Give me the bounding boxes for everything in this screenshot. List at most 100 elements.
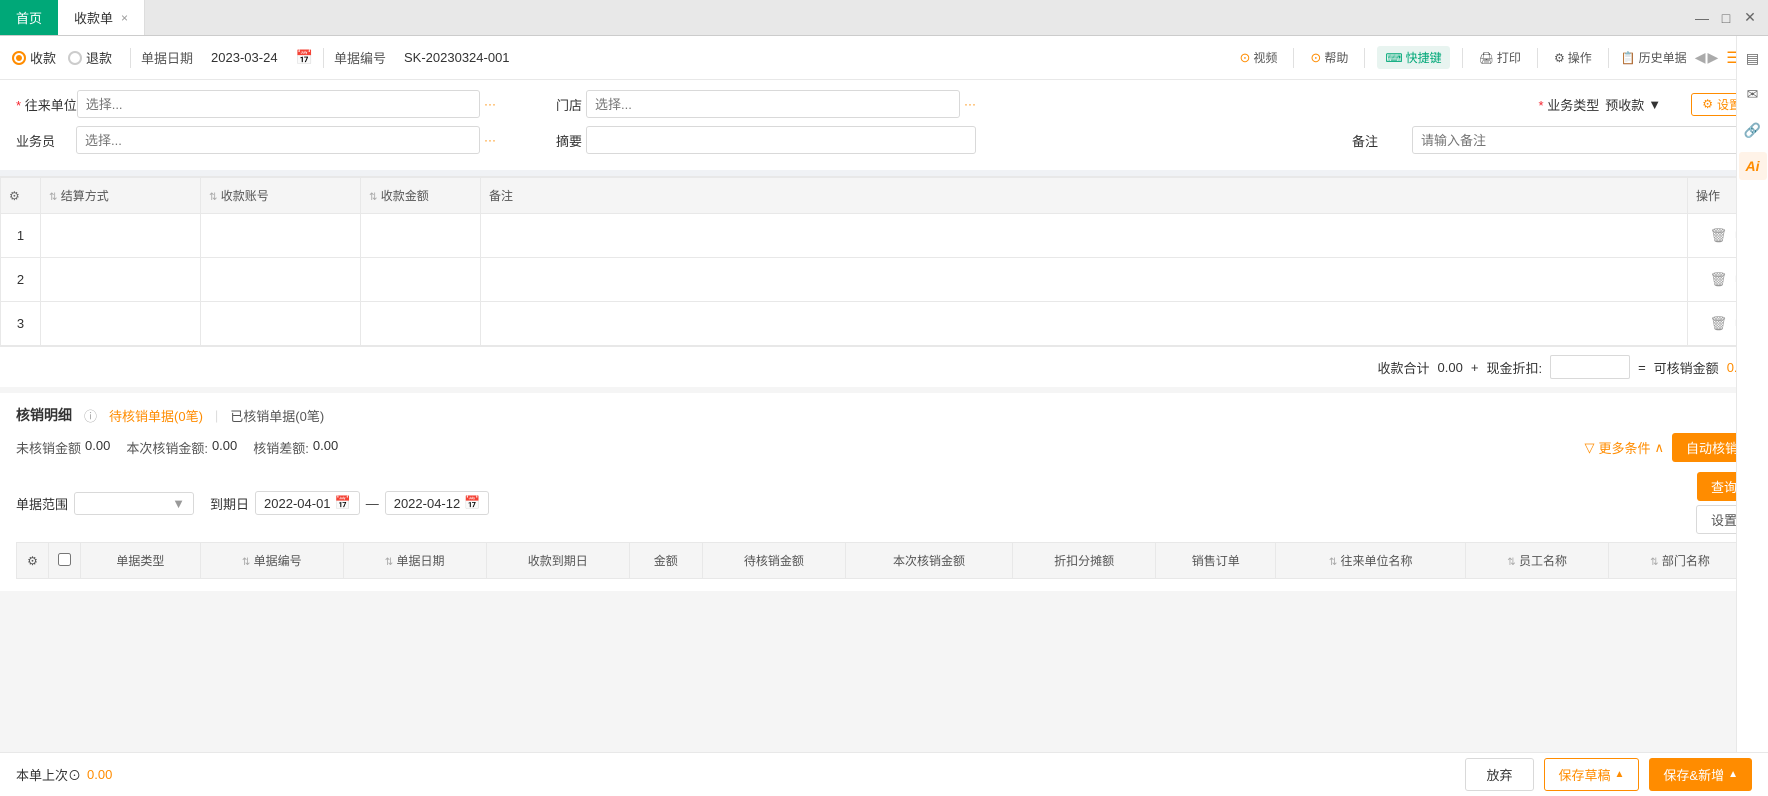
th-dept-label: 部门名称 — [1662, 554, 1710, 568]
row-1-settlement[interactable] — [41, 214, 201, 258]
right-sidebar: ▤ ✉ 🔗 Ai — [1736, 36, 1768, 752]
th-settings[interactable]: ⚙ — [1, 178, 41, 214]
radio-shoukuan[interactable]: 收款 — [12, 48, 56, 67]
th-remark: 备注 — [481, 178, 1688, 214]
row-3-delete-icon[interactable]: 🗑 — [1710, 315, 1728, 332]
row-2-amount[interactable] — [361, 258, 481, 302]
remark-input[interactable] — [1412, 126, 1752, 154]
print-btn[interactable]: 🖨 打印 — [1475, 47, 1525, 68]
minimize-btn[interactable]: — — [1692, 8, 1712, 28]
bottom-table-section: ⚙ 单据类型 ⇅ 单据编号 ⇅ — [16, 542, 1752, 579]
business-type-select[interactable]: 预收款 ▼ — [1605, 95, 1685, 114]
verify-section: 核销明细 ⓘ 待核销单据(0笔) | 已核销单据(0笔) 未核销金额 0.00 … — [0, 393, 1768, 591]
counterpart-input[interactable] — [77, 90, 480, 118]
chevron-up-icon: ∧ — [1654, 440, 1664, 456]
row-1-num: 1 — [1, 214, 41, 258]
counterpart-label: * 往来单位 — [16, 95, 77, 114]
radio-tuikuan[interactable]: 退款 — [68, 48, 112, 67]
nav-right-icon[interactable]: ▶ — [1707, 49, 1718, 66]
date-to-value: 2022-04-12 — [394, 496, 461, 511]
operation-btn[interactable]: ⚙ 操作 — [1550, 47, 1596, 68]
done-tab[interactable]: 已核销单据(0笔) — [230, 406, 324, 425]
verify-title: 核销明细 — [16, 405, 72, 425]
th-settings-bottom[interactable]: ⚙ — [17, 543, 49, 579]
th-amount-bottom-label: 金额 — [654, 554, 678, 568]
total-value: 0.00 — [1438, 360, 1463, 375]
th-remark-label: 备注 — [489, 189, 513, 203]
shortcut-btn[interactable]: ⌨ 快捷键 — [1377, 46, 1449, 69]
salesperson-more-icon[interactable]: ··· — [484, 133, 496, 147]
th-checkbox[interactable] — [49, 543, 81, 579]
row-2-account[interactable] — [201, 258, 361, 302]
maximize-btn[interactable]: □ — [1716, 8, 1736, 28]
shop-input[interactable] — [586, 90, 960, 118]
save-draft-btn[interactable]: 保存草稿 ▲ — [1544, 758, 1640, 791]
th-settlement-label: 结算方式 — [61, 189, 109, 203]
discount-input[interactable] — [1550, 355, 1630, 379]
radio-group: 收款 退款 — [12, 48, 112, 67]
table-gear-icon: ⚙ — [9, 189, 20, 203]
row-3-account[interactable] — [201, 302, 361, 346]
window-controls: — □ ✕ — [1688, 8, 1768, 28]
tab-shoukuan[interactable]: 收款单 × — [58, 0, 145, 35]
summary-field: 摘要 — [556, 126, 976, 154]
summary-input[interactable] — [586, 126, 976, 154]
sidebar-ai-icon[interactable]: Ai — [1739, 152, 1767, 180]
row-3-settlement[interactable] — [41, 302, 201, 346]
tab-home-label: 首页 — [16, 8, 42, 27]
tab-home[interactable]: 首页 — [0, 0, 58, 35]
divider-4 — [1364, 48, 1365, 68]
counterpart-more-icon[interactable]: ··· — [484, 97, 496, 111]
radio-dot-shoukuan — [12, 51, 26, 65]
save-new-btn[interactable]: 保存&新增 ▲ — [1649, 758, 1752, 791]
row-2-remark[interactable] — [481, 258, 1688, 302]
more-conditions-btn[interactable]: ▽ 更多条件 ∧ — [1584, 433, 1664, 462]
filter-icon: ▽ — [1584, 440, 1594, 456]
salesperson-input[interactable] — [76, 126, 480, 154]
business-type-field: * 业务类型 预收款 ▼ ⚙ 设置 — [1539, 93, 1752, 116]
sidebar-table-icon[interactable]: ▤ — [1739, 44, 1767, 72]
th-employee-label: 员工名称 — [1519, 554, 1567, 568]
table-section: ⚙ ⇅ 结算方式 ⇅ 收款账号 ⇅ 收款金额 — [0, 176, 1768, 387]
discard-btn[interactable]: 放弃 — [1465, 758, 1533, 791]
pending-tab[interactable]: 待核销单据(0笔) — [109, 406, 203, 425]
select-all-checkbox[interactable] — [58, 553, 71, 566]
row-3-remark[interactable] — [481, 302, 1688, 346]
row-2-delete-icon[interactable]: 🗑 — [1710, 271, 1728, 288]
video-btn[interactable]: ⊙ 视频 — [1236, 47, 1282, 68]
table-header-row: ⚙ ⇅ 结算方式 ⇅ 收款账号 ⇅ 收款金额 — [1, 178, 1768, 214]
row-1-account[interactable] — [201, 214, 361, 258]
date-to-input[interactable]: 2022-04-12 📅 — [385, 491, 490, 515]
print-icon: 🖨 — [1479, 51, 1494, 65]
th-date-label: 单据日期 — [396, 554, 444, 568]
row-1-delete-icon[interactable]: 🗑 — [1710, 227, 1728, 244]
close-btn[interactable]: ✕ — [1740, 8, 1760, 28]
toolbar-right: ⊙ 视频 ⊙ 帮助 ⌨ 快捷键 🖨 打印 ⚙ 操作 📋 历史单据 ◀ — [1236, 46, 1757, 69]
balance-value: 0.00 — [87, 767, 112, 782]
sidebar-mail-icon[interactable]: ✉ — [1739, 80, 1767, 108]
available-label: 可核销金额 — [1654, 358, 1719, 377]
table-row: 2 🗑 ⧉ — [1, 258, 1768, 302]
row-1-amount[interactable] — [361, 214, 481, 258]
help-btn[interactable]: ⊙ 帮助 — [1306, 47, 1352, 68]
row-1-remark[interactable] — [481, 214, 1688, 258]
th-type-label: 单据类型 — [116, 554, 164, 568]
diff-label: 核销差额: — [253, 438, 309, 457]
row-3-amount[interactable] — [361, 302, 481, 346]
remark-field: 备注 — [1352, 126, 1752, 154]
row-2-settlement[interactable] — [41, 258, 201, 302]
current-label: 本次核销金额: — [126, 438, 208, 457]
th-due-date: 收款到期日 — [486, 543, 629, 579]
sidebar-link-icon[interactable]: 🔗 — [1739, 116, 1767, 144]
date-from-input[interactable]: 2022-04-01 📅 — [255, 491, 360, 515]
date-calendar-icon[interactable]: 📅 — [296, 49, 313, 66]
nav-left-icon[interactable]: ◀ — [1695, 49, 1706, 66]
shop-more-icon[interactable]: ··· — [964, 97, 976, 111]
video-icon: ⊙ — [1240, 50, 1251, 66]
verify-header: 核销明细 ⓘ 待核销单据(0笔) | 已核销单据(0笔) — [16, 405, 1752, 425]
range-select[interactable]: ▼ — [74, 492, 194, 515]
verify-info-icon[interactable]: ⓘ — [84, 406, 97, 425]
salesperson-label: 业务员 — [16, 131, 76, 150]
tab-close-icon[interactable]: × — [121, 11, 128, 25]
history-btn[interactable]: 📋 历史单据 — [1621, 49, 1687, 66]
